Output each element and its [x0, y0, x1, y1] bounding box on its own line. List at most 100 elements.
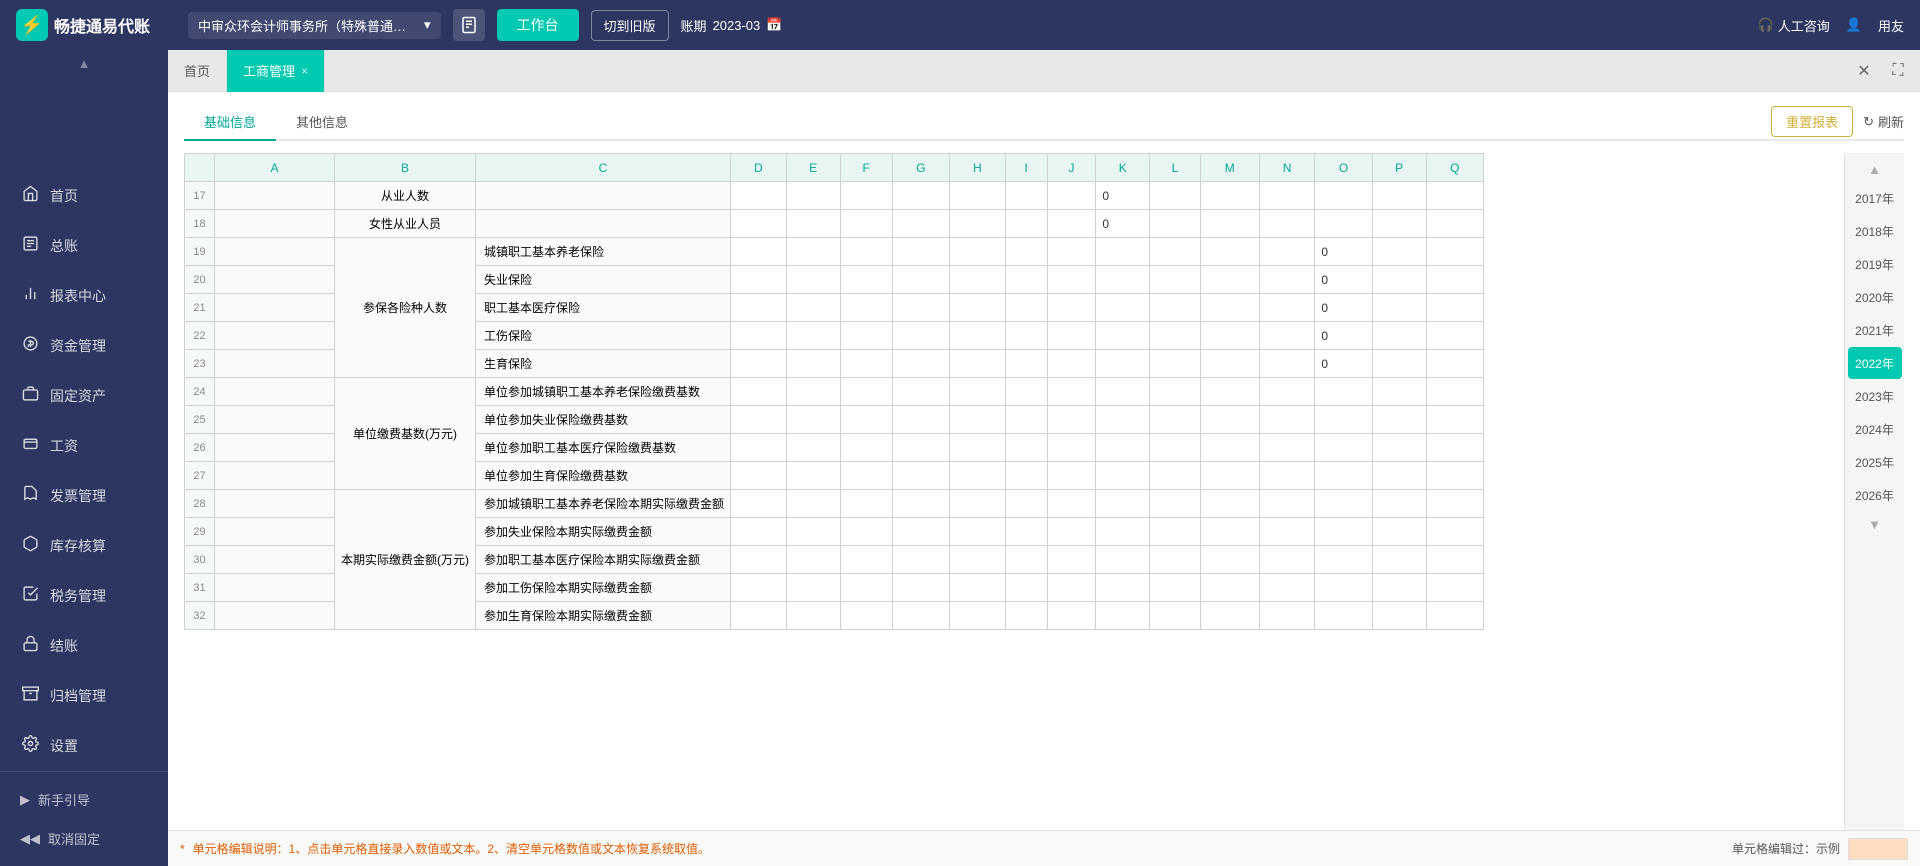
- cell-G[interactable]: [892, 546, 949, 574]
- cell-H[interactable]: [950, 182, 1006, 210]
- cell-K[interactable]: [1096, 434, 1150, 462]
- cell-O[interactable]: 0: [1315, 266, 1372, 294]
- cell-L[interactable]: [1150, 210, 1201, 238]
- cell-E[interactable]: [786, 322, 840, 350]
- cell-E[interactable]: [786, 434, 840, 462]
- cell-F[interactable]: [840, 602, 892, 630]
- cell-P[interactable]: [1372, 546, 1426, 574]
- sidebar-item-inventory[interactable]: 库存核算: [0, 521, 168, 571]
- cell-a[interactable]: [215, 238, 335, 266]
- cell-L[interactable]: [1150, 406, 1201, 434]
- spreadsheet[interactable]: A B C D E F G H I J K L M: [184, 153, 1844, 830]
- cell-N[interactable]: [1259, 406, 1315, 434]
- cell-H[interactable]: [950, 238, 1006, 266]
- cell-J[interactable]: [1047, 574, 1096, 602]
- cell-E[interactable]: [786, 210, 840, 238]
- cell-O[interactable]: [1315, 462, 1372, 490]
- cell-N[interactable]: [1259, 266, 1315, 294]
- cell-E[interactable]: [786, 266, 840, 294]
- cell-E[interactable]: [786, 294, 840, 322]
- cell-N[interactable]: [1259, 490, 1315, 518]
- cell-L[interactable]: [1150, 266, 1201, 294]
- cell-M[interactable]: [1200, 518, 1259, 546]
- cell-Q[interactable]: [1426, 602, 1483, 630]
- cell-a[interactable]: [215, 462, 335, 490]
- cell-b-group[interactable]: 本期实际缴费金额(万元): [335, 490, 476, 630]
- cell-E[interactable]: [786, 574, 840, 602]
- cell-H[interactable]: [950, 462, 1006, 490]
- cell-F[interactable]: [840, 182, 892, 210]
- cell-Q[interactable]: [1426, 378, 1483, 406]
- cell-M[interactable]: [1200, 406, 1259, 434]
- cell-N[interactable]: [1259, 378, 1315, 406]
- company-selector[interactable]: 中审众环会计师事务所（特殊普通合伙... ▾: [188, 12, 441, 39]
- cell-a[interactable]: [215, 294, 335, 322]
- cell-Q[interactable]: [1426, 266, 1483, 294]
- cell-K[interactable]: [1096, 546, 1150, 574]
- cell-a[interactable]: [215, 182, 335, 210]
- cell-P[interactable]: [1372, 434, 1426, 462]
- calendar-icon[interactable]: 📅: [766, 17, 782, 33]
- cell-J[interactable]: [1047, 294, 1096, 322]
- cell-M[interactable]: [1200, 322, 1259, 350]
- cell-F[interactable]: [840, 378, 892, 406]
- refresh-button[interactable]: ↻ 刷新: [1863, 112, 1904, 131]
- cell-c[interactable]: 职工基本医疗保险: [476, 294, 731, 322]
- cell-H[interactable]: [950, 266, 1006, 294]
- sidebar-item-home[interactable]: 首页: [0, 171, 168, 221]
- tab-home[interactable]: 首页: [168, 50, 227, 92]
- cell-P[interactable]: [1372, 518, 1426, 546]
- sidebar-item-settings[interactable]: 设置: [0, 721, 168, 771]
- cell-G[interactable]: [892, 574, 949, 602]
- cell-D[interactable]: [731, 182, 787, 210]
- cell-L[interactable]: [1150, 490, 1201, 518]
- cell-a[interactable]: [215, 602, 335, 630]
- cell-E[interactable]: [786, 602, 840, 630]
- cell-I[interactable]: [1005, 490, 1047, 518]
- cell-P[interactable]: [1372, 322, 1426, 350]
- workbench-button[interactable]: 工作台: [497, 9, 579, 41]
- cell-K[interactable]: [1096, 266, 1150, 294]
- cell-I[interactable]: [1005, 182, 1047, 210]
- year-item-2021年[interactable]: 2021年: [1848, 314, 1902, 346]
- cell-F[interactable]: [840, 238, 892, 266]
- cell-Q[interactable]: [1426, 294, 1483, 322]
- cell-c[interactable]: 单位参加职工基本医疗保险缴费基数: [476, 434, 731, 462]
- cell-O[interactable]: 0: [1315, 350, 1372, 378]
- cell-I[interactable]: [1005, 266, 1047, 294]
- year-item-2022年[interactable]: 2022年: [1848, 347, 1902, 379]
- cell-H[interactable]: [950, 210, 1006, 238]
- cell-L[interactable]: [1150, 294, 1201, 322]
- cell-c[interactable]: 单位参加失业保险缴费基数: [476, 406, 731, 434]
- cell-G[interactable]: [892, 266, 949, 294]
- cell-D[interactable]: [731, 490, 787, 518]
- cell-J[interactable]: [1047, 378, 1096, 406]
- cell-c[interactable]: [476, 182, 731, 210]
- cell-P[interactable]: [1372, 490, 1426, 518]
- cell-N[interactable]: [1259, 322, 1315, 350]
- cell-K[interactable]: [1096, 350, 1150, 378]
- cell-F[interactable]: [840, 434, 892, 462]
- cell-F[interactable]: [840, 462, 892, 490]
- cell-c[interactable]: 参加职工基本医疗保险本期实际缴费金额: [476, 546, 731, 574]
- cell-a[interactable]: [215, 574, 335, 602]
- cell-P[interactable]: [1372, 602, 1426, 630]
- cell-c[interactable]: 单位参加城镇职工基本养老保险缴费基数: [476, 378, 731, 406]
- cell-D[interactable]: [731, 574, 787, 602]
- cell-I[interactable]: [1005, 378, 1047, 406]
- cell-Q[interactable]: [1426, 406, 1483, 434]
- cell-c[interactable]: [476, 210, 731, 238]
- cell-E[interactable]: [786, 462, 840, 490]
- cell-L[interactable]: [1150, 602, 1201, 630]
- tab-expand-btn[interactable]: ⛶: [1884, 57, 1912, 85]
- cell-O[interactable]: 0: [1315, 322, 1372, 350]
- cell-L[interactable]: [1150, 574, 1201, 602]
- cell-J[interactable]: [1047, 490, 1096, 518]
- cell-a[interactable]: [215, 518, 335, 546]
- cell-I[interactable]: [1005, 406, 1047, 434]
- cell-F[interactable]: [840, 518, 892, 546]
- cell-N[interactable]: [1259, 350, 1315, 378]
- cell-K[interactable]: [1096, 574, 1150, 602]
- cell-M[interactable]: [1200, 378, 1259, 406]
- cell-L[interactable]: [1150, 518, 1201, 546]
